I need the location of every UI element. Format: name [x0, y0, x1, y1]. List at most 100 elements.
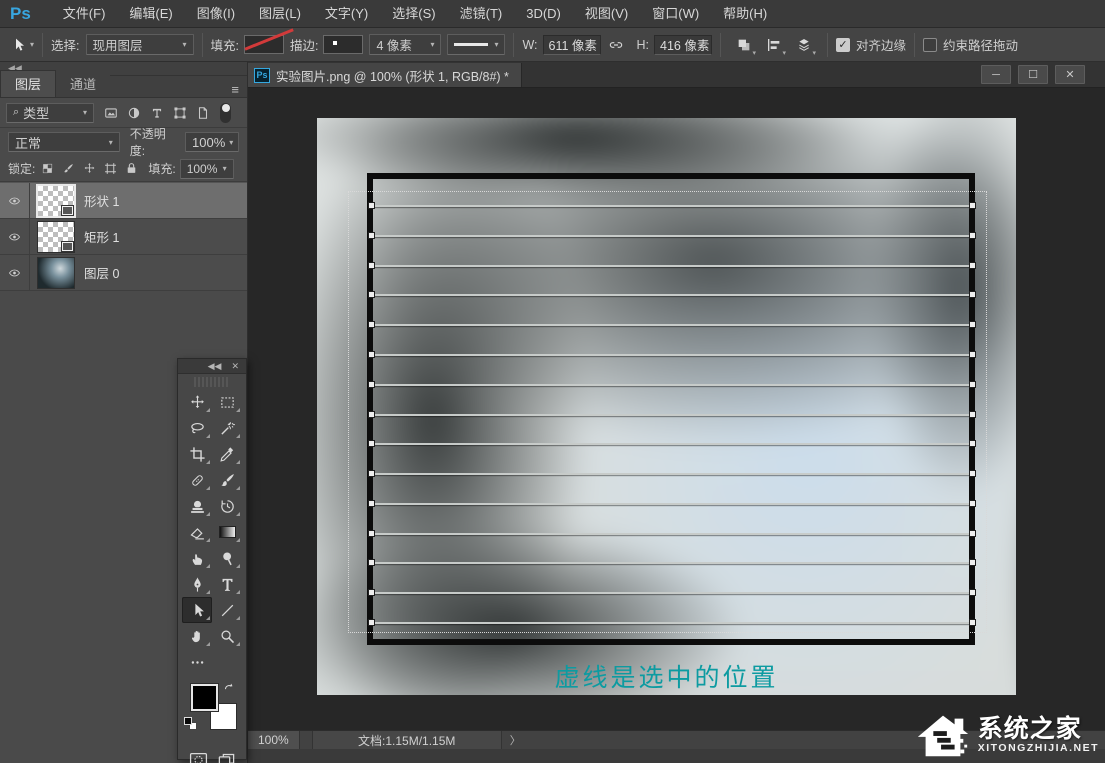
lock-position-icon[interactable] [83, 162, 96, 175]
path-anchor-handle[interactable] [368, 440, 375, 447]
filter-pixel-layers-icon[interactable] [104, 106, 118, 120]
path-anchor-handle[interactable] [969, 500, 976, 507]
path-anchor-handle[interactable] [368, 291, 375, 298]
path-selection-tool[interactable] [182, 597, 212, 623]
lasso-tool[interactable] [182, 415, 212, 441]
menu-item[interactable]: 滤镜(T) [448, 0, 515, 28]
layer-row[interactable]: 形状 1 [0, 183, 247, 219]
width-field[interactable]: 611 像素 [543, 35, 601, 55]
lock-all-icon[interactable] [125, 162, 138, 175]
height-field[interactable]: 416 像素 [654, 35, 712, 55]
layer-row[interactable]: 图层 0 [0, 255, 247, 291]
screen-mode-icon[interactable] [217, 752, 236, 763]
path-anchor-handle[interactable] [368, 530, 375, 537]
more-tools[interactable] [182, 649, 212, 675]
tab-channels[interactable]: 通道 [56, 71, 110, 97]
path-operations-icon[interactable]: ▾ [732, 34, 756, 56]
path-anchor-handle[interactable] [368, 470, 375, 477]
align-edges-checkbox[interactable]: ✓ 对齐边缘 [836, 35, 906, 54]
path-anchor-handle[interactable] [368, 619, 375, 626]
fill-swatch[interactable] [244, 35, 284, 54]
smudge-tool[interactable] [182, 545, 212, 571]
menu-item[interactable]: 编辑(E) [117, 0, 184, 28]
layer-name[interactable]: 形状 1 [84, 191, 119, 210]
panel-menu-icon[interactable]: ≡ [231, 83, 239, 97]
path-anchor-handle[interactable] [969, 619, 976, 626]
stroke-width-dropdown[interactable]: 4 像素 ▾ [369, 34, 441, 55]
healing-brush-tool[interactable] [182, 467, 212, 493]
link-dimensions-icon[interactable] [604, 34, 628, 56]
filter-smart-objects-icon[interactable] [196, 106, 210, 120]
swap-colors-icon[interactable] [222, 681, 236, 698]
tab-layers[interactable]: 图层 [0, 70, 56, 97]
stroke-style-dropdown[interactable]: ▾ [447, 34, 505, 55]
menu-item[interactable]: 帮助(H) [711, 0, 779, 28]
current-tool-button[interactable]: ▾ [10, 37, 34, 53]
type-tool[interactable] [212, 571, 242, 597]
dodge-tool[interactable] [212, 545, 242, 571]
menu-item[interactable]: 文件(F) [51, 0, 118, 28]
zoom-tool[interactable] [212, 623, 242, 649]
menu-item[interactable]: 视图(V) [573, 0, 640, 28]
path-anchor-handle[interactable] [969, 351, 976, 358]
move-tool[interactable] [182, 389, 212, 415]
brush-tool[interactable] [212, 467, 242, 493]
document-canvas[interactable]: 虚线是选中的位置 [317, 118, 1016, 695]
select-mode-dropdown[interactable]: 现用图层 ▾ [86, 34, 194, 55]
path-anchor-handle[interactable] [969, 589, 976, 596]
eyedropper-tool[interactable] [212, 441, 242, 467]
menu-item[interactable]: 图层(L) [247, 0, 313, 28]
filter-type-layers-icon[interactable] [150, 106, 164, 120]
path-anchor-handle[interactable] [368, 381, 375, 388]
path-anchor-handle[interactable] [969, 381, 976, 388]
path-alignment-icon[interactable]: ▾ [762, 34, 786, 56]
path-anchor-handle[interactable] [368, 321, 375, 328]
menu-item[interactable]: 窗口(W) [640, 0, 711, 28]
stroke-swatch[interactable] [323, 35, 363, 54]
path-arrangement-icon[interactable]: ▾ [792, 34, 816, 56]
menu-item[interactable]: 选择(S) [380, 0, 447, 28]
document-tab[interactable]: Ps 实验图片.png @ 100% (形状 1, RGB/8#) * [248, 63, 522, 87]
layer-name[interactable]: 图层 0 [84, 263, 119, 282]
filter-adjustment-layers-icon[interactable] [127, 106, 141, 120]
constrain-path-checkbox[interactable]: 约束路径拖动 [923, 35, 1018, 54]
path-anchor-handle[interactable] [969, 411, 976, 418]
eraser-tool[interactable] [182, 519, 212, 545]
menu-item[interactable]: 文字(Y) [313, 0, 380, 28]
path-anchor-handle[interactable] [969, 440, 976, 447]
minimize-button[interactable]: ─ [981, 65, 1011, 84]
layer-thumbnail[interactable] [38, 222, 74, 252]
path-anchor-handle[interactable] [969, 202, 976, 209]
layer-visibility-eye-icon[interactable] [0, 255, 30, 290]
layer-row[interactable]: 矩形 1 [0, 219, 247, 255]
path-anchor-handle[interactable] [969, 291, 976, 298]
gradient-tool[interactable] [212, 519, 242, 545]
layer-thumbnail[interactable] [38, 258, 74, 288]
opacity-dropdown[interactable]: 100% ▾ [185, 132, 239, 152]
menu-item[interactable]: 图像(I) [185, 0, 247, 28]
menu-item[interactable]: 3D(D) [514, 0, 573, 28]
zoom-level-field[interactable]: 100% [248, 731, 300, 749]
path-anchor-handle[interactable] [969, 321, 976, 328]
layer-name[interactable]: 矩形 1 [84, 227, 119, 246]
filter-shape-layers-icon[interactable] [173, 106, 187, 120]
pen-tool[interactable] [182, 571, 212, 597]
lock-transparent-icon[interactable] [41, 162, 54, 175]
path-anchor-handle[interactable] [368, 500, 375, 507]
clone-stamp-tool[interactable] [182, 493, 212, 519]
lock-artboard-icon[interactable] [104, 162, 117, 175]
blend-mode-dropdown[interactable]: 正常 ▾ [8, 132, 120, 152]
drag-grip[interactable] [194, 377, 230, 387]
layer-thumbnail[interactable] [38, 186, 74, 216]
hand-tool[interactable] [182, 623, 212, 649]
crop-tool[interactable] [182, 441, 212, 467]
path-anchor-handle[interactable] [969, 559, 976, 566]
collapse-toolbox-icon[interactable]: ◀◀ [208, 361, 222, 372]
path-anchor-handle[interactable] [368, 411, 375, 418]
marquee-tool[interactable] [212, 389, 242, 415]
path-anchor-handle[interactable] [969, 232, 976, 239]
close-toolbox-icon[interactable]: ✕ [231, 361, 239, 372]
path-anchor-handle[interactable] [368, 202, 375, 209]
magic-wand-tool[interactable] [212, 415, 242, 441]
line-tool[interactable] [212, 597, 242, 623]
